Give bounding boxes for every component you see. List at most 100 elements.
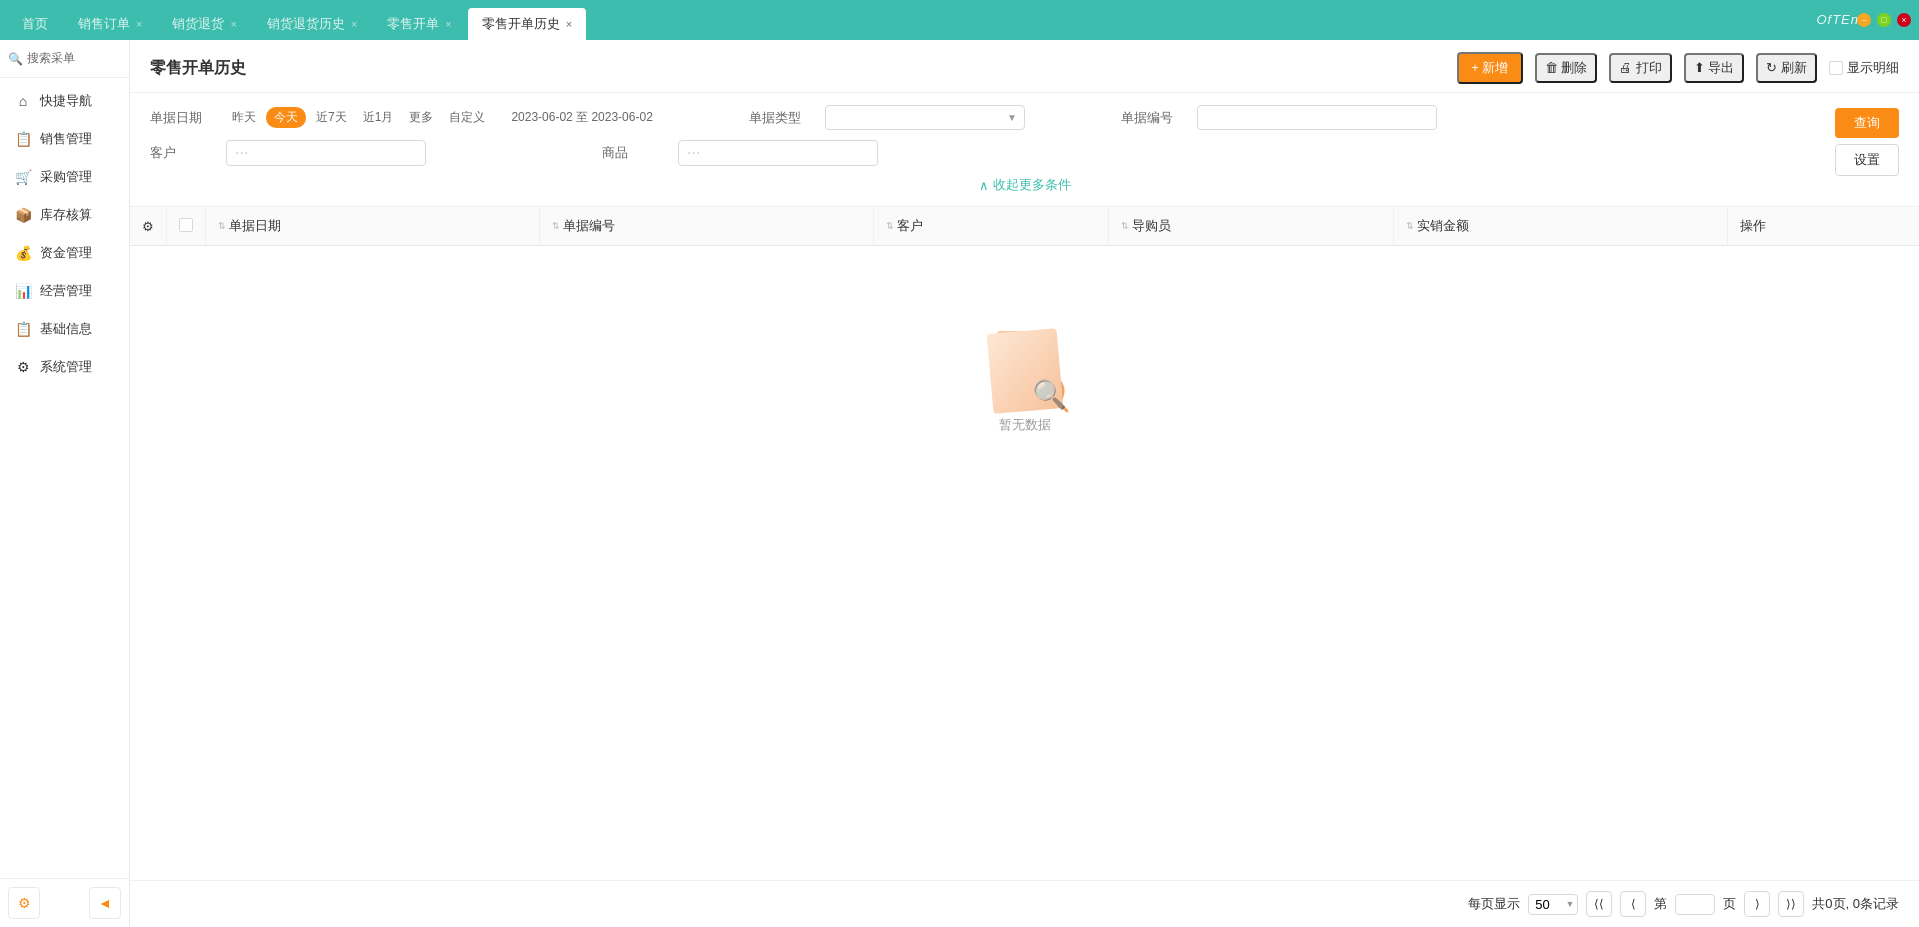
tab-bar-right: OfTEn － □ ×	[1857, 13, 1911, 27]
delete-button[interactable]: 🗑 删除	[1535, 53, 1598, 83]
tab-retail-open-history[interactable]: 零售开单历史 ×	[468, 8, 586, 40]
col-header-action: 操作	[1727, 207, 1919, 246]
sidebar-item-quick-nav[interactable]: ⌂快捷导航	[0, 82, 129, 120]
collapse-button[interactable]: ∧ 收起更多条件	[979, 176, 1071, 194]
show-detail-checkbox[interactable]	[1829, 61, 1843, 75]
goods-input-wrapper[interactable]: ···	[678, 140, 878, 166]
tab-close-retail-open-history[interactable]: ×	[566, 18, 572, 30]
bill-no-label: 单据编号	[1121, 109, 1181, 127]
svg-rect-1	[997, 331, 1052, 399]
date-shortcut-今天[interactable]: 今天	[266, 107, 306, 128]
collapse-sidebar-button[interactable]: ◄	[89, 887, 121, 919]
settings-icon: ⚙	[18, 895, 31, 911]
col-header-customer[interactable]: ⇅客户	[873, 207, 1108, 246]
tab-close-sales-return[interactable]: ×	[230, 18, 236, 30]
date-shortcut-近7天[interactable]: 近7天	[310, 107, 353, 128]
last-page-button[interactable]: ⟩⟩	[1778, 891, 1804, 917]
bill-no-input[interactable]	[1197, 105, 1437, 130]
add-button[interactable]: + 新增	[1457, 52, 1522, 84]
date-range: 2023-06-02 至 2023-06-02	[511, 109, 652, 126]
tab-sales-return[interactable]: 销货退货×	[158, 8, 250, 40]
print-button[interactable]: 🖨 打印	[1609, 53, 1672, 83]
window-minimize-button[interactable]: －	[1857, 13, 1871, 27]
tab-close-sales-order[interactable]: ×	[136, 18, 142, 30]
main-layout: 🔍 搜索采单 ⌂快捷导航📋销售管理🛒采购管理 📦 库存核算 💰资金管理📊经营管理📋基础…	[0, 40, 1919, 927]
empty-svg-icon	[975, 326, 1075, 416]
empty-text: 暂无数据	[999, 416, 1051, 434]
collapse-chevron-icon: ∧	[979, 178, 989, 193]
page-prefix-label: 第	[1654, 895, 1667, 913]
sidebar-nav: ⌂快捷导航📋销售管理🛒采购管理 📦 库存核算 💰资金管理📊经营管理📋基础信息⚙系统管理	[0, 78, 129, 878]
page-suffix-label: 页	[1723, 895, 1736, 913]
tab-close-retail-open[interactable]: ×	[445, 18, 451, 30]
bill-type-select[interactable]	[825, 105, 1025, 130]
sidebar-item-purchase-mgmt[interactable]: 🛒采购管理	[0, 158, 129, 196]
empty-illustration	[975, 326, 1075, 416]
per-page-select[interactable]: 102050100	[1528, 894, 1578, 915]
first-page-button[interactable]: ⟨⟨	[1586, 891, 1612, 917]
customer-input-wrapper[interactable]: ···	[226, 140, 426, 166]
filter-area: 单据日期 昨天今天近7天近1月更多自定义 2023-06-02 至 2023-0…	[130, 93, 1919, 207]
tab-close-sales-return-history[interactable]: ×	[351, 18, 357, 30]
sidebar-icon-inventory: 📦	[14, 206, 32, 224]
query-button[interactable]: 查询	[1835, 108, 1899, 138]
col-header-guide[interactable]: ⇅导购员	[1109, 207, 1394, 246]
col-header-amount[interactable]: ⇅实销金额	[1393, 207, 1727, 246]
date-shortcut-昨天[interactable]: 昨天	[226, 107, 262, 128]
select-all-checkbox[interactable]	[179, 218, 193, 232]
collapse-icon: ◄	[98, 895, 112, 911]
bill-type-select-wrapper: ▼	[825, 105, 1025, 130]
settings-button[interactable]: ⚙	[8, 887, 40, 919]
sidebar-label-sales-mgmt: 销售管理	[40, 130, 92, 148]
col-header-bill-no[interactable]: ⇅单据编号	[539, 207, 873, 246]
sidebar-item-base-info[interactable]: 📋基础信息	[0, 310, 129, 348]
col-header-checkbox	[167, 207, 206, 246]
tab-sales-return-history[interactable]: 销货退货历史×	[253, 8, 371, 40]
refresh-button[interactable]: ↻ 刷新	[1756, 53, 1817, 83]
svg-rect-0	[990, 332, 1051, 405]
sidebar-item-finance[interactable]: 💰资金管理	[0, 234, 129, 272]
per-page-label: 每页显示	[1468, 895, 1520, 913]
sidebar-item-system[interactable]: ⚙系统管理	[0, 348, 129, 386]
table-settings-icon[interactable]: ⚙	[142, 219, 154, 234]
date-shortcut-近1月[interactable]: 近1月	[357, 107, 400, 128]
per-page-wrapper: 102050100 ▼	[1528, 894, 1578, 915]
tab-retail-open[interactable]: 零售开单×	[373, 8, 465, 40]
window-maximize-button[interactable]: □	[1877, 13, 1891, 27]
settings-query-button[interactable]: 设置	[1835, 144, 1899, 176]
tab-sales-order[interactable]: 销售订单×	[64, 8, 156, 40]
tab-label-retail-open-history: 零售开单历史	[482, 15, 560, 33]
tab-home[interactable]: 首页	[8, 8, 62, 40]
export-button[interactable]: ⬆ 导出	[1684, 53, 1745, 83]
action-buttons: 查询 设置	[1835, 108, 1899, 176]
sort-icon-guide: ⇅	[1121, 221, 1129, 231]
col-label-guide: 导购员	[1132, 217, 1171, 235]
total-info: 共0页, 0条记录	[1812, 895, 1899, 913]
page-number-input[interactable]: 1	[1675, 894, 1715, 915]
sidebar-label-finance: 资金管理	[40, 244, 92, 262]
search-label: 搜索采单	[27, 50, 75, 67]
sort-icon-bill-no: ⇅	[552, 221, 560, 231]
prev-page-button[interactable]: ⟨	[1620, 891, 1646, 917]
sidebar-item-operations[interactable]: 📊经营管理	[0, 272, 129, 310]
date-shortcut-自定义[interactable]: 自定义	[443, 107, 491, 128]
date-shortcut-更多[interactable]: 更多	[403, 107, 439, 128]
search-icon: 🔍	[8, 52, 23, 66]
sidebar-search[interactable]: 🔍 搜索采单	[0, 40, 129, 78]
empty-state: 暂无数据	[130, 246, 1919, 514]
filter-row-1: 单据日期 昨天今天近7天近1月更多自定义 2023-06-02 至 2023-0…	[150, 105, 1899, 130]
sidebar-label-inventory: 库存核算	[40, 206, 92, 224]
tab-label-home: 首页	[22, 15, 48, 33]
show-detail-wrapper[interactable]: 显示明细	[1829, 59, 1899, 77]
next-page-button[interactable]: ⟩	[1744, 891, 1770, 917]
window-close-button[interactable]: ×	[1897, 13, 1911, 27]
col-header-date[interactable]: ⇅单据日期	[206, 207, 540, 246]
sidebar-item-sales-mgmt[interactable]: 📋销售管理	[0, 120, 129, 158]
search-trigger[interactable]: 🔍 搜索采单	[8, 50, 121, 67]
goods-label: 商品	[602, 144, 662, 162]
sidebar-label-quick-nav: 快捷导航	[40, 92, 92, 110]
sidebar-item-inventory[interactable]: 📦 库存核算	[0, 196, 129, 234]
col-label-amount: 实销金额	[1417, 217, 1469, 235]
tab-bar: 首页销售订单×销货退货×销货退货历史×零售开单× 零售开单历史 × OfTEn － …	[0, 0, 1919, 40]
sort-icon-amount: ⇅	[1406, 221, 1414, 231]
